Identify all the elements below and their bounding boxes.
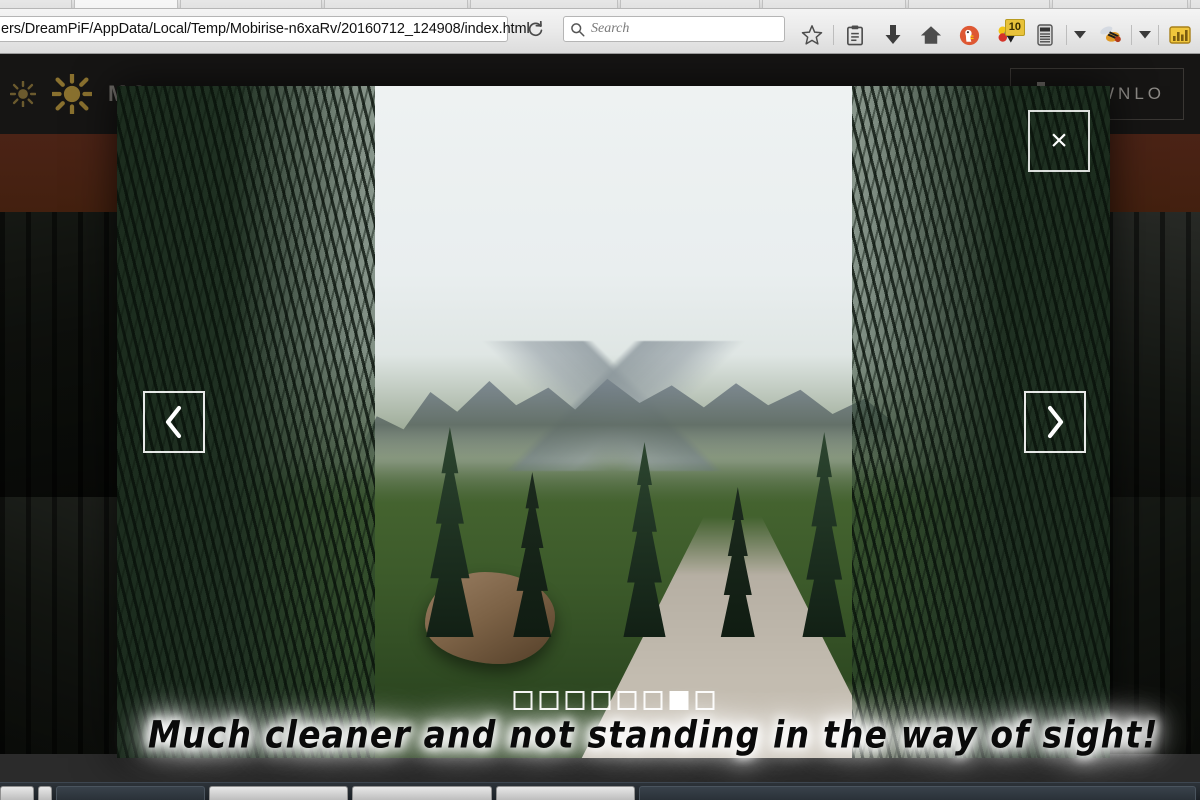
lightbox-close-button[interactable]: × — [1028, 110, 1090, 172]
taskbar-item-4[interactable] — [209, 786, 349, 800]
close-icon: × — [1050, 124, 1068, 157]
reload-button[interactable] — [516, 16, 554, 42]
bee-addon-icon[interactable] — [1091, 19, 1129, 51]
taskbar-item-2[interactable] — [37, 786, 52, 800]
slide-indicator[interactable] — [695, 691, 714, 710]
browser-tab[interactable] — [762, 0, 906, 8]
slide-indicator[interactable] — [669, 691, 688, 710]
browser-toolbar-icons: 10 — [793, 18, 1199, 52]
downloads-icon[interactable] — [874, 19, 912, 51]
toolbar-separator — [1158, 25, 1159, 45]
taskbar-item-6[interactable] — [495, 786, 635, 800]
browser-tab[interactable] — [908, 0, 1050, 8]
browser-tabstrip — [0, 0, 1200, 9]
taskbar-item-1[interactable] — [0, 786, 34, 800]
address-bar-text: ers/DreamPiF/AppData/Local/Temp/Mobirise… — [1, 21, 530, 37]
lightbox-next-button[interactable] — [1024, 391, 1086, 453]
browser-navbar: ers/DreamPiF/AppData/Local/Temp/Mobirise… — [0, 9, 1200, 54]
chevron-right-icon — [1047, 405, 1064, 439]
slide-indicator[interactable] — [513, 691, 532, 710]
reload-icon — [528, 20, 542, 36]
reading-list-icon[interactable] — [836, 19, 874, 51]
browser-tab[interactable] — [180, 0, 322, 8]
sun-logo-icon — [52, 74, 92, 114]
lightbox-prev-button[interactable] — [143, 391, 205, 453]
slide-indicator[interactable] — [591, 691, 610, 710]
taskbar-item-5[interactable] — [352, 786, 492, 800]
dropdown-caret-icon-2[interactable] — [1134, 19, 1156, 51]
toolbar-separator — [1131, 25, 1132, 45]
home-icon[interactable] — [912, 19, 950, 51]
server-icon[interactable] — [1026, 19, 1064, 51]
os-taskbar — [0, 782, 1200, 800]
duckduckgo-icon[interactable] — [950, 19, 988, 51]
sun-logo-icon-small — [10, 81, 36, 107]
toolbar-separator — [1066, 25, 1067, 45]
screen: MO DOWNLO — [0, 0, 1200, 800]
browser-tab[interactable] — [324, 0, 468, 8]
search-bar[interactable]: Search — [563, 16, 785, 42]
lightbox-modal: × — [117, 86, 1110, 758]
slide-indicator[interactable] — [617, 691, 636, 710]
annotation-caption: Much cleaner and not standing in the way… — [148, 712, 1159, 757]
lightbox-photo — [117, 86, 1110, 758]
slide-indicator[interactable] — [565, 691, 584, 710]
browser-tab[interactable] — [74, 0, 178, 8]
chevron-left-icon — [165, 405, 182, 439]
browser-tab[interactable] — [470, 0, 618, 8]
browser-tab[interactable] — [1190, 0, 1200, 8]
browser-tab[interactable] — [620, 0, 760, 8]
lightbox-slide-indicators — [513, 691, 714, 710]
statusbar-chart-icon[interactable] — [1161, 19, 1199, 51]
search-input-placeholder: Search — [591, 21, 630, 36]
browser-tab[interactable] — [1052, 0, 1188, 8]
extension-dots-icon[interactable]: 10 — [988, 19, 1026, 51]
address-bar[interactable]: ers/DreamPiF/AppData/Local/Temp/Mobirise… — [0, 16, 530, 42]
site-footer — [0, 754, 1200, 782]
slide-indicator[interactable] — [539, 691, 558, 710]
toolbar-separator — [833, 25, 834, 45]
slide-indicator[interactable] — [643, 691, 662, 710]
dropdown-caret-icon-1[interactable] — [1069, 19, 1091, 51]
extension-badge-count: 10 — [1004, 19, 1025, 36]
browser-tab[interactable] — [0, 0, 72, 8]
taskbar-item-7[interactable] — [638, 786, 1196, 800]
bookmark-star-icon[interactable] — [793, 19, 831, 51]
search-icon — [571, 22, 585, 36]
taskbar-item-3[interactable] — [55, 786, 205, 800]
